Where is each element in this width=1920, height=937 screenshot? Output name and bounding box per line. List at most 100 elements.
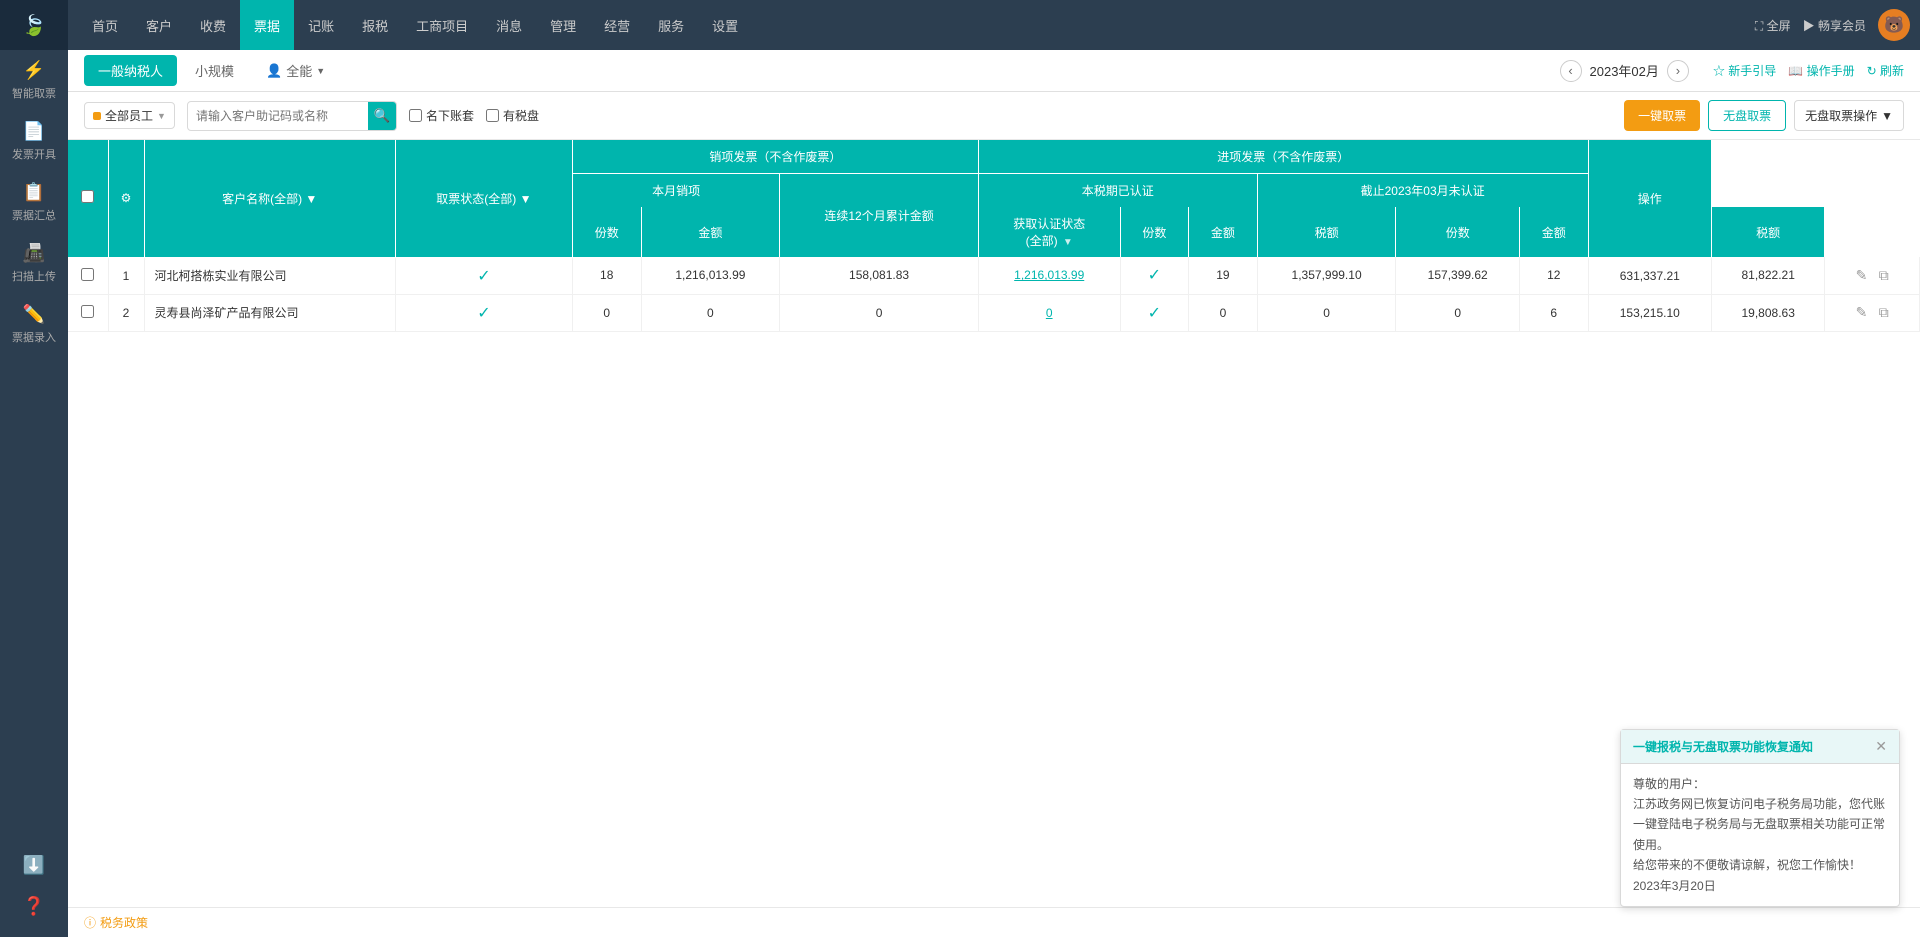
scan-upload-icon: 📠: [23, 243, 45, 264]
topnav-right: ⛶ 全屏 ▶ 畅享会员 🐻: [1755, 9, 1910, 41]
sidebar-item-label: 发票开具: [12, 146, 56, 162]
nav-message[interactable]: 消息: [482, 0, 536, 50]
nav-tax[interactable]: 报税: [348, 0, 402, 50]
notif-scroll[interactable]: 尊敬的用户：江苏政务网已恢复访问电子税务局功能，您代账一键登陆电子税务局与无盘取…: [1621, 764, 1899, 906]
td-pur-uncert-tax: 81,822.21: [1712, 257, 1825, 294]
manual-btn[interactable]: 📖 操作手册: [1788, 62, 1854, 79]
td-checkbox[interactable]: [68, 257, 108, 294]
search-wrap: 🔍: [187, 101, 397, 131]
edit-action-icon[interactable]: ✎: [1856, 267, 1868, 283]
select-all-checkbox[interactable]: [81, 190, 94, 203]
sidebar: 🍃 ⚡ 智能取票 📄 发票开具 📋 票据汇总 📠 扫描上传 ✏️ 票据录入 ⬇️…: [0, 0, 68, 937]
status-text[interactable]: 税务政策: [100, 914, 148, 931]
th-pur-period: 本税期已认证: [978, 174, 1257, 208]
nav-collection[interactable]: 收费: [186, 0, 240, 50]
help-icon: ❓: [23, 896, 45, 917]
notif-close-btn[interactable]: ✕: [1875, 738, 1887, 755]
sidebar-item-help[interactable]: ❓: [0, 886, 68, 927]
nav-invoice[interactable]: 票据: [240, 0, 294, 50]
nav-accounting[interactable]: 记账: [294, 0, 348, 50]
download-icon: ⬇️: [23, 855, 45, 876]
edit-action-icon[interactable]: ✎: [1856, 304, 1868, 320]
search-input[interactable]: [188, 105, 368, 127]
new-guide-btn[interactable]: ☆ 新手引导: [1713, 62, 1776, 79]
sidebar-item-invoice-summary[interactable]: 📋 票据汇总: [0, 172, 68, 233]
td-pur-period-tax: 0: [1396, 294, 1519, 331]
td-sales-tax: 0: [780, 294, 979, 331]
td-sales-count: 0: [572, 294, 641, 331]
td-sales-amount: 1,216,013.99: [641, 257, 780, 294]
td-seq: 1: [108, 257, 144, 294]
orange-dot: [93, 112, 101, 120]
sidebar-item-smart-fetch[interactable]: ⚡ 智能取票: [0, 50, 68, 111]
copy-action-icon[interactable]: ⧉: [1879, 304, 1889, 320]
td-fetch-status: ✓: [395, 257, 572, 294]
td-pur-uncert-count: 6: [1519, 294, 1588, 331]
sales-12month-link[interactable]: 0: [1046, 306, 1053, 320]
no-disk-fetch-btn[interactable]: 无盘取票: [1708, 100, 1786, 131]
tab-small[interactable]: 小规模: [181, 55, 248, 86]
row-checkbox[interactable]: [81, 305, 94, 318]
table-row: 2 灵寿县尚泽矿产品有限公司 ✓ 0 0 0 0 ✓ 0 0 0 6 153,2…: [68, 294, 1920, 331]
no-disk-op-btn[interactable]: 无盘取票操作 ▼: [1794, 100, 1904, 131]
th-sales-count: 份数: [572, 207, 641, 257]
nav-service[interactable]: 服务: [644, 0, 698, 50]
manual-icon: 📖: [1788, 64, 1803, 78]
checkbox-taxdisk[interactable]: 有税盘: [486, 107, 539, 124]
chevron-down-icon: ▼: [1881, 109, 1893, 123]
th-pur-uncert-tax: 税额: [1712, 207, 1825, 257]
td-actions: ✎ ⧉: [1825, 257, 1920, 294]
filter-right-btns: 一键取票 无盘取票 无盘取票操作 ▼: [1624, 100, 1904, 131]
td-pur-uncert-amount: 153,215.10: [1588, 294, 1711, 331]
td-pur-period-count: 0: [1189, 294, 1258, 331]
data-entry-icon: ✏️: [23, 304, 45, 325]
sales-12month-link[interactable]: 1,216,013.99: [1014, 268, 1084, 282]
th-pur-uncert: 截止2023年03月未认证: [1257, 174, 1588, 208]
th-fetch-status: 取票状态(全部) ▼: [395, 140, 572, 257]
tab-date-nav: ‹ 2023年02月 ›: [1560, 60, 1689, 82]
refresh-icon: ↻: [1867, 64, 1877, 78]
td-seq: 2: [108, 294, 144, 331]
fullscreen-btn[interactable]: ⛶ 全屏: [1755, 17, 1791, 34]
tab-general[interactable]: 一般纳税人: [84, 55, 177, 86]
next-month-btn[interactable]: ›: [1667, 60, 1689, 82]
prev-month-btn[interactable]: ‹: [1560, 60, 1582, 82]
nav-customer[interactable]: 客户: [132, 0, 186, 50]
chevron-down-icon: ▼: [157, 111, 166, 121]
th-sales-amount: 金额: [641, 207, 780, 257]
td-sales-amount: 0: [641, 294, 780, 331]
sidebar-item-data-entry[interactable]: ✏️ 票据录入: [0, 294, 68, 355]
nav-management[interactable]: 管理: [536, 0, 590, 50]
one-click-fetch-btn[interactable]: 一键取票: [1624, 100, 1700, 131]
guide-icon: ☆: [1713, 64, 1725, 78]
employee-select[interactable]: 全部员工 ▼: [84, 102, 175, 129]
td-pur-period-amount: 0: [1257, 294, 1396, 331]
td-customer: 河北柯搭栋实业有限公司: [144, 257, 395, 294]
row-checkbox[interactable]: [81, 268, 94, 281]
nav-bizproject[interactable]: 工商项目: [402, 0, 482, 50]
search-button[interactable]: 🔍: [368, 102, 396, 130]
nav-settings[interactable]: 设置: [698, 0, 752, 50]
taxdisk-checkbox[interactable]: [486, 109, 499, 122]
nav-operations[interactable]: 经营: [590, 0, 644, 50]
sidebar-item-download[interactable]: ⬇️: [0, 845, 68, 886]
member-btn[interactable]: ▶ 畅享会员: [1803, 17, 1866, 34]
config-icon[interactable]: ⚙: [121, 191, 132, 205]
refresh-btn[interactable]: ↻ 刷新: [1867, 62, 1904, 79]
chevron-down-icon: ▼: [316, 66, 325, 76]
sidebar-item-issue-invoice[interactable]: 📄 发票开具: [0, 111, 68, 172]
td-sales-12month: 1,216,013.99: [978, 257, 1120, 294]
td-pur-period-count: 19: [1189, 257, 1258, 294]
td-checkbox[interactable]: [68, 294, 108, 331]
td-cert-status: ✓: [1120, 294, 1189, 331]
sidebar-item-label: 票据汇总: [12, 207, 56, 223]
tab-all[interactable]: 👤 全能 ▼: [252, 55, 339, 86]
sidebar-item-scan-upload[interactable]: 📠 扫描上传: [0, 233, 68, 294]
avatar[interactable]: 🐻: [1878, 9, 1910, 41]
account-checkbox[interactable]: [409, 109, 422, 122]
nav-home[interactable]: 首页: [78, 0, 132, 50]
td-fetch-status: ✓: [395, 294, 572, 331]
th-customer: 客户名称(全部) ▼: [144, 140, 395, 257]
copy-action-icon[interactable]: ⧉: [1879, 267, 1889, 283]
checkbox-account[interactable]: 名下账套: [409, 107, 474, 124]
